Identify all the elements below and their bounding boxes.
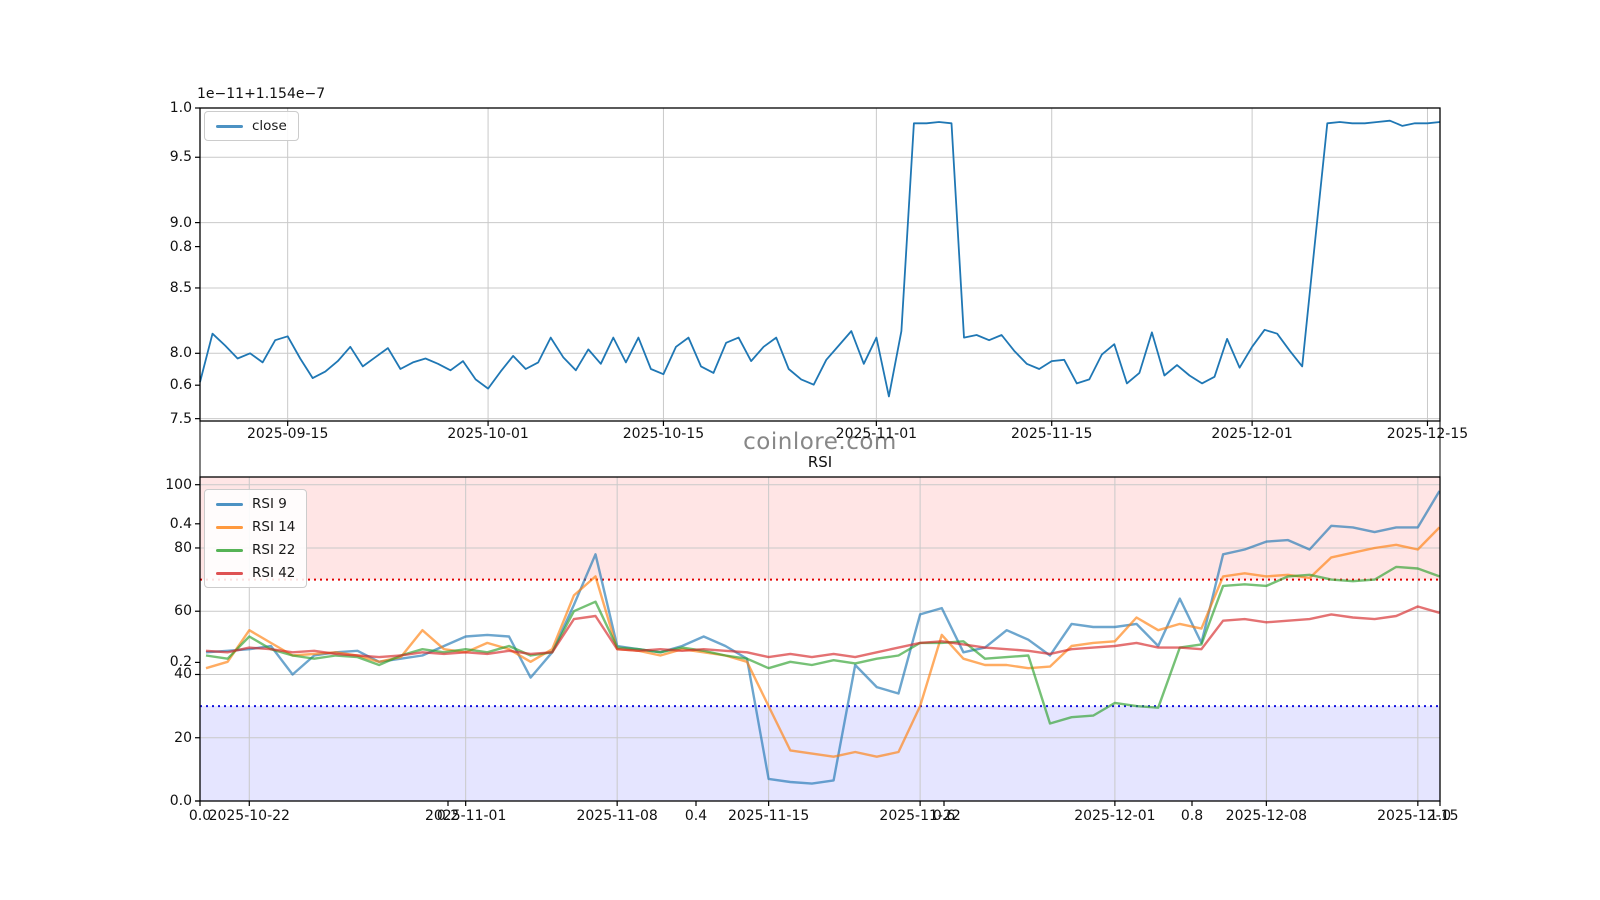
rsi9-line-swatch <box>216 502 243 506</box>
legend-item-rsi14: RSI 14 <box>216 519 295 535</box>
x-tick-label: 2025-11-22 <box>879 808 961 824</box>
legend-rsi: RSI 9 RSI 14 RSI 22 RSI 42 <box>204 489 308 588</box>
x-tick-label: 2025-11-15 <box>1011 426 1093 442</box>
x-tick-label: 2025-12-01 <box>1211 426 1293 442</box>
top-axis-offset-label: 1e−11+1.154e−7 <box>197 86 326 102</box>
hidden-y-tick-label: 0.6 <box>169 377 192 394</box>
rsi14-line-swatch <box>216 525 243 529</box>
legend-label-rsi9: RSI 9 <box>252 496 287 512</box>
x-tick-label: 2025-12-01 <box>1074 808 1156 824</box>
y-tick-label: 100 <box>165 476 192 493</box>
y-tick-label: 80 <box>174 539 192 556</box>
y-tick-label: 20 <box>174 729 192 746</box>
legend-label-rsi14: RSI 14 <box>252 519 296 535</box>
legend-close: close <box>204 111 299 141</box>
legend-item-close: close <box>216 118 287 134</box>
x-tick-label: 2025-11-08 <box>576 808 658 824</box>
y-tick-label: 8.0 <box>169 345 192 362</box>
rsi-panel-title: RSI <box>807 453 833 471</box>
x-tick-label: 2025-12-08 <box>1225 808 1308 824</box>
y-tick-label: 8.5 <box>169 279 192 296</box>
legend-item-rsi9: RSI 9 <box>216 496 295 512</box>
y-tick-label: 9.5 <box>169 149 192 166</box>
y-tick-label: 9.0 <box>169 214 192 231</box>
hidden-y-tick-label: 0.4 <box>169 515 192 532</box>
x-tick-label: 2025-12-15 <box>1386 426 1469 442</box>
x-tick-label: 2025-12-15 <box>1377 808 1459 824</box>
x-tick-label: 2025-11-01 <box>835 426 918 442</box>
y-tick-label: 7.5 <box>169 410 192 427</box>
x-tick-label: 2025-11-01 <box>424 808 507 824</box>
x-tick-label: 2025-10-01 <box>447 426 529 442</box>
close-line-swatch <box>216 124 243 128</box>
legend-label-rsi42: RSI 42 <box>252 565 296 581</box>
hidden-y-tick-label: 0.8 <box>169 238 192 255</box>
legend-label-close: close <box>252 118 287 134</box>
rsi22-line-swatch <box>216 548 243 552</box>
legend-label-rsi22: RSI 22 <box>252 542 296 558</box>
legend-item-rsi22: RSI 22 <box>216 542 295 558</box>
legend-item-rsi42: RSI 42 <box>216 565 295 581</box>
y-tick-label: 40 <box>174 666 192 683</box>
y-tick-label: 60 <box>174 603 192 620</box>
x-tick-label: 2025-09-15 <box>246 426 329 442</box>
x-tick-label: 2025-11-15 <box>727 808 810 824</box>
x-tick-label: 2025-10-22 <box>208 808 290 824</box>
hidden-y-tick-label: 1.0 <box>169 100 192 116</box>
rsi42-line-swatch <box>216 571 243 575</box>
x-tick-label: 2025-10-15 <box>622 426 705 442</box>
figure: 1e−11+1.154e−7 coinlore.com RSI close RS… <box>0 0 1600 900</box>
